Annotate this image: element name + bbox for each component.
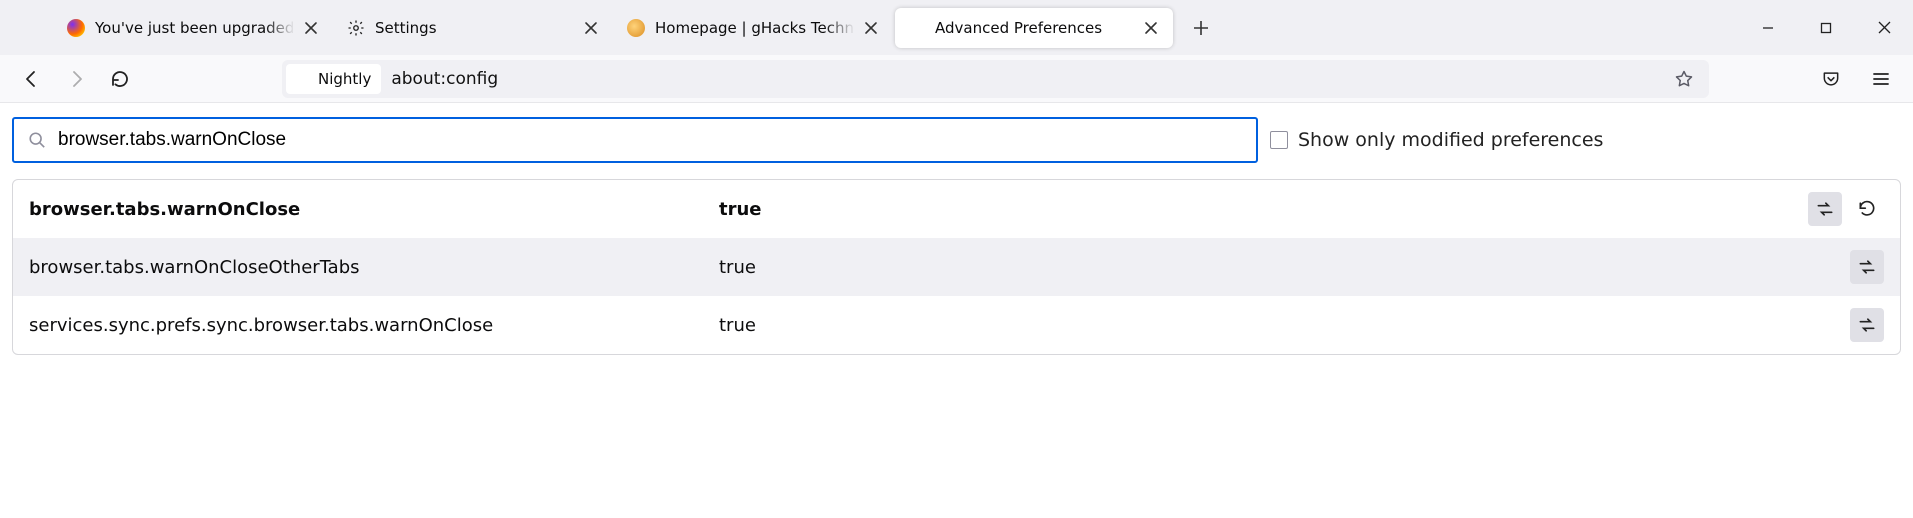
url-text: about:config (391, 69, 498, 89)
toggle-button[interactable] (1850, 308, 1884, 342)
preferences-table: browser.tabs.warnOnClose true browser.ta… (12, 179, 1901, 355)
back-button[interactable] (14, 61, 50, 97)
bookmark-star-button[interactable] (1667, 62, 1701, 96)
checkbox-icon (1270, 131, 1288, 149)
tabs-container: You've just been upgraded to Firefox Set… (55, 8, 1217, 48)
tab-close-button[interactable] (579, 16, 603, 40)
preference-row: services.sync.prefs.sync.browser.tabs.wa… (13, 296, 1900, 354)
window-minimize-button[interactable] (1739, 0, 1797, 55)
tab-close-button[interactable] (859, 16, 883, 40)
tab-close-button[interactable] (1139, 16, 1163, 40)
blank-favicon (907, 19, 925, 37)
window-controls (1739, 0, 1913, 55)
tab-bar: You've just been upgraded to Firefox Set… (0, 0, 1913, 55)
tab-settings[interactable]: Settings (335, 8, 613, 48)
gear-icon (347, 19, 365, 37)
preference-value: true (719, 315, 1850, 336)
preference-name: browser.tabs.warnOnCloseOtherTabs (29, 257, 719, 278)
forward-button[interactable] (58, 61, 94, 97)
toggle-button[interactable] (1850, 250, 1884, 284)
row-actions (1850, 308, 1884, 342)
identity-label: Nightly (318, 70, 371, 88)
new-tab-button[interactable] (1185, 12, 1217, 44)
tab-close-button[interactable] (299, 16, 323, 40)
tab-label: You've just been upgraded to Firefox (95, 19, 295, 37)
preference-value: true (719, 199, 1808, 220)
tab-label: Advanced Preferences (935, 19, 1135, 37)
preference-row: browser.tabs.warnOnCloseOtherTabs true (13, 238, 1900, 296)
preference-name: browser.tabs.warnOnClose (29, 199, 719, 220)
tab-upgraded[interactable]: You've just been upgraded to Firefox (55, 8, 333, 48)
checkbox-label: Show only modified preferences (1298, 129, 1603, 151)
preference-row: browser.tabs.warnOnClose true (13, 180, 1900, 238)
reload-button[interactable] (102, 61, 138, 97)
app-menu-button[interactable] (1863, 61, 1899, 97)
preference-name: services.sync.prefs.sync.browser.tabs.wa… (29, 315, 719, 336)
tab-label: Settings (375, 19, 575, 37)
firefox-icon (294, 70, 312, 88)
tab-label: Homepage | gHacks Technology News (655, 19, 855, 37)
toolbar-right (1809, 61, 1903, 97)
firefox-icon (67, 19, 85, 37)
tab-ghacks[interactable]: Homepage | gHacks Technology News (615, 8, 893, 48)
preference-value: true (719, 257, 1850, 278)
search-row: Show only modified preferences (12, 117, 1901, 163)
nav-bar: Nightly about:config (0, 55, 1913, 103)
url-bar[interactable]: Nightly about:config (282, 60, 1709, 98)
tab-advanced-preferences[interactable]: Advanced Preferences (895, 8, 1173, 48)
row-actions (1808, 192, 1884, 226)
pocket-button[interactable] (1813, 61, 1849, 97)
ghacks-icon (627, 19, 645, 37)
show-modified-checkbox[interactable]: Show only modified preferences (1270, 129, 1603, 151)
window-maximize-button[interactable] (1797, 0, 1855, 55)
row-actions (1850, 250, 1884, 284)
preference-search-field[interactable] (12, 117, 1258, 163)
window-close-button[interactable] (1855, 0, 1913, 55)
preference-search-input[interactable] (58, 129, 1242, 151)
about-config-content: Show only modified preferences browser.t… (0, 103, 1913, 369)
identity-box[interactable]: Nightly (286, 64, 381, 94)
reset-button[interactable] (1850, 192, 1884, 226)
toggle-button[interactable] (1808, 192, 1842, 226)
